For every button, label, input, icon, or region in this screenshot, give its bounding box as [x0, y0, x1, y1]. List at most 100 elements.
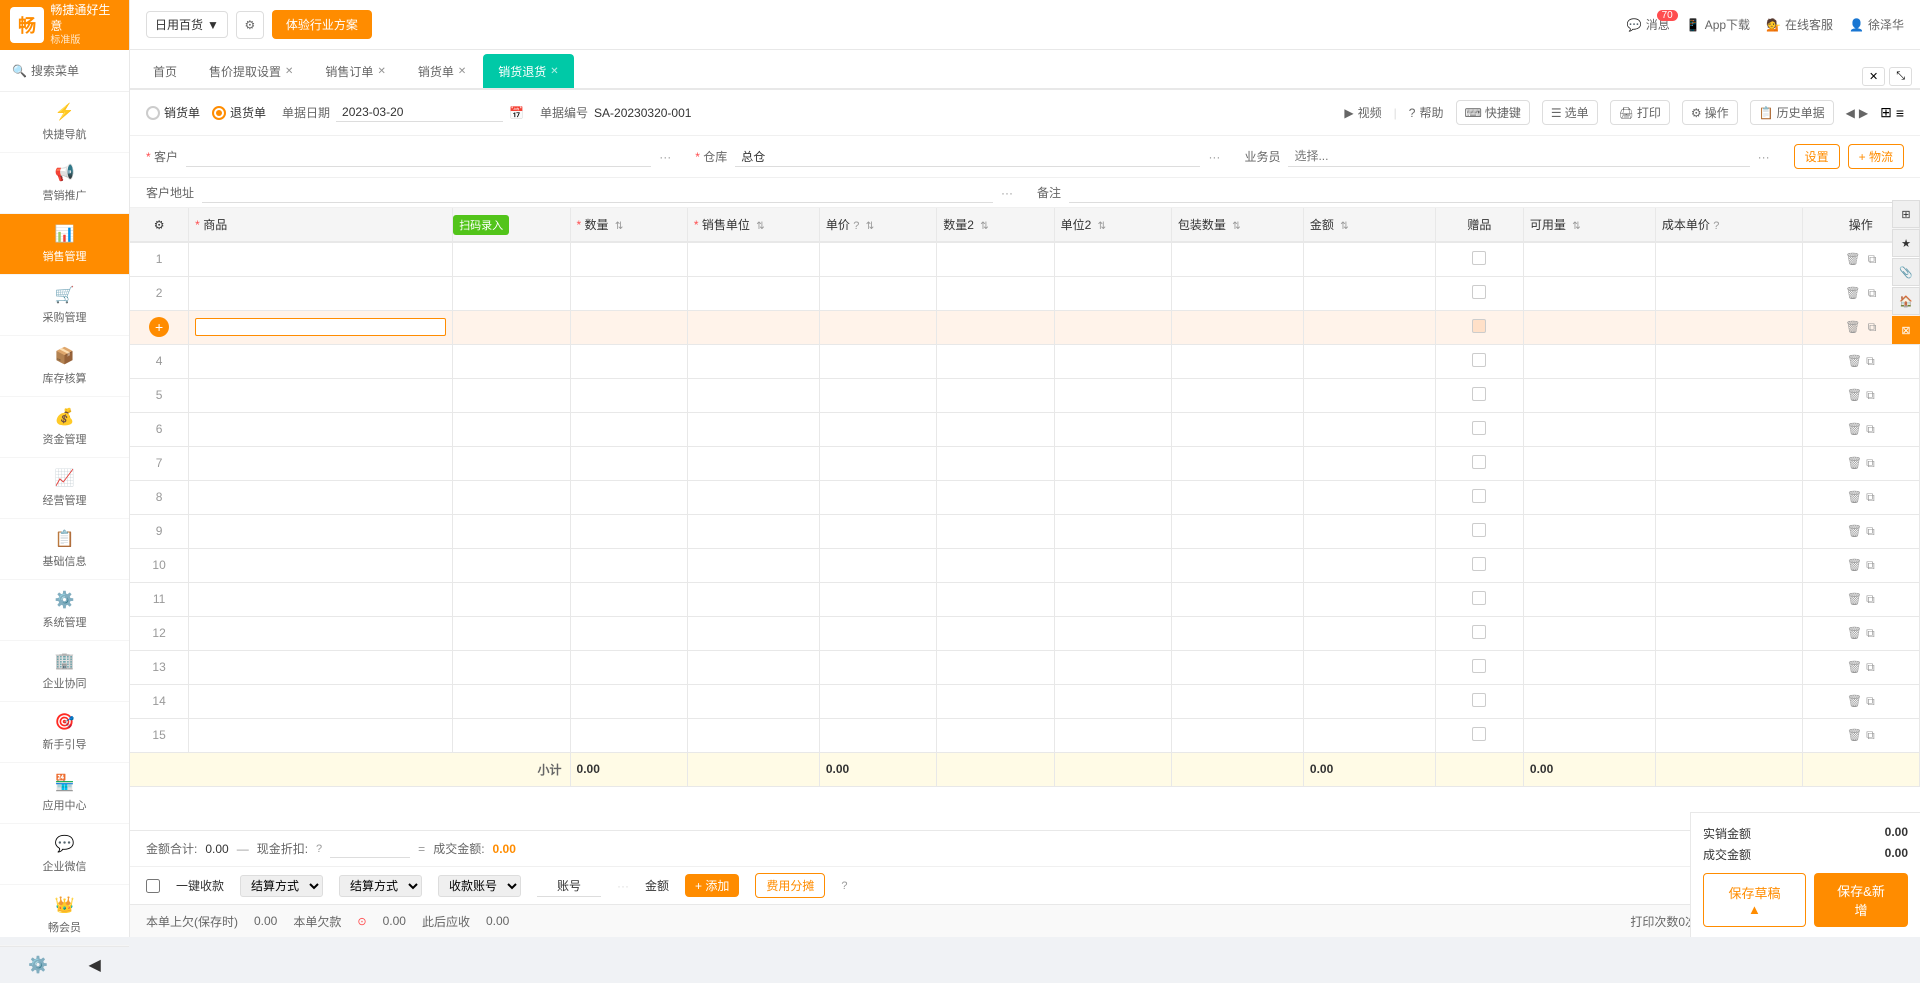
gift-cell-2[interactable]: [1435, 276, 1523, 310]
one-click-payment-checkbox[interactable]: [146, 879, 160, 893]
price-cell-1[interactable]: [819, 242, 936, 276]
trial-button[interactable]: 体验行业方案: [272, 10, 372, 39]
select-bill-button[interactable]: ☰ 选单: [1542, 100, 1598, 125]
delete-row-6-icon[interactable]: 🗑: [1847, 422, 1862, 436]
sidebar-item-quicknav[interactable]: ⚡ 快捷导航: [0, 92, 129, 153]
delete-row-13-icon[interactable]: 🗑: [1847, 660, 1862, 674]
tab-close-price-settings[interactable]: ✕: [285, 66, 293, 77]
copy-row-1-icon[interactable]: ⧉: [1868, 252, 1877, 266]
copy-row-15-icon[interactable]: ⧉: [1866, 728, 1875, 742]
sidebar-item-system[interactable]: ⚙️ 系统管理: [0, 580, 129, 641]
operation-button[interactable]: ⚙ 操作: [1682, 100, 1738, 125]
add-payment-button[interactable]: + 添加: [685, 874, 739, 897]
copy-row-6-icon[interactable]: ⧉: [1866, 422, 1875, 436]
online-service-button[interactable]: 💁 在线客服: [1766, 16, 1833, 33]
collapse-icon[interactable]: ◀: [88, 955, 100, 975]
qty2-cell-2[interactable]: [937, 276, 1054, 310]
gift-checkbox-12[interactable]: [1472, 625, 1486, 639]
gift-checkbox-1[interactable]: [1472, 251, 1486, 265]
warehouse-more-button[interactable]: ···: [1208, 150, 1220, 164]
tab-price-settings[interactable]: 售价提取设置 ✕: [194, 54, 308, 88]
tab-home[interactable]: 首页: [138, 54, 192, 88]
account-select[interactable]: 收款账号: [438, 875, 521, 897]
copy-row-14-icon[interactable]: ⧉: [1866, 694, 1875, 708]
price-question-icon[interactable]: ?: [853, 220, 859, 232]
qty-cell-3[interactable]: [570, 310, 687, 344]
shortcut-button[interactable]: ⌨ 快捷键: [1456, 100, 1530, 125]
staff-input[interactable]: [1288, 146, 1749, 167]
pkg-qty-cell-1[interactable]: [1171, 242, 1303, 276]
gift-checkbox-13[interactable]: [1472, 659, 1486, 673]
save-and-new-button[interactable]: 保存&新增: [1814, 873, 1908, 927]
tab-sales-return[interactable]: 销货退货 ✕: [483, 54, 573, 88]
sidebar-item-wechat[interactable]: 💬 企业微信: [0, 824, 129, 885]
print-button[interactable]: 🖨 打印: [1610, 100, 1670, 125]
staff-more-button[interactable]: ···: [1758, 150, 1770, 164]
user-avatar[interactable]: 👤 徐泽华: [1849, 16, 1904, 33]
history-button[interactable]: 📋 历史单据: [1750, 100, 1834, 125]
available-cell-1[interactable]: [1523, 242, 1655, 276]
logistics-button[interactable]: + 物流: [1848, 144, 1904, 169]
address-more-button[interactable]: ···: [1001, 186, 1013, 200]
grid-view-button[interactable]: ⊞: [1880, 104, 1892, 121]
fee-question-icon[interactable]: ?: [841, 880, 847, 892]
settings-button[interactable]: 设置: [1794, 144, 1840, 169]
tab-sales[interactable]: 销货单 ✕: [403, 54, 481, 88]
cost-price-question-icon[interactable]: ?: [1713, 220, 1719, 232]
copy-row-7-icon[interactable]: ⧉: [1866, 456, 1875, 470]
sidebar-item-enterprise[interactable]: 🏢 企业协同: [0, 641, 129, 702]
sort-price-icon[interactable]: ⇅: [866, 221, 874, 232]
sort-qty2-icon[interactable]: ⇅: [980, 221, 988, 232]
delete-row-1-icon[interactable]: 🗑: [1845, 252, 1860, 266]
unit2-cell-2[interactable]: [1054, 276, 1171, 310]
settlement-method-select[interactable]: 结算方式: [339, 875, 422, 897]
help-action[interactable]: ? 帮助: [1409, 104, 1444, 121]
video-action[interactable]: ▶ 视频: [1344, 104, 1381, 121]
delete-row-9-icon[interactable]: 🗑: [1847, 524, 1862, 538]
sidebar-item-purchase[interactable]: 🛒 采购管理: [0, 275, 129, 336]
delete-row-12-icon[interactable]: 🗑: [1847, 626, 1862, 640]
sidebar-item-marketing[interactable]: 📢 营销推广: [0, 153, 129, 214]
sort-unit-icon[interactable]: ⇅: [756, 221, 764, 232]
delete-row-11-icon[interactable]: 🗑: [1847, 592, 1862, 606]
available-cell-3[interactable]: [1523, 310, 1655, 344]
qty-cell-2[interactable]: [570, 276, 687, 310]
gift-checkbox-7[interactable]: [1472, 455, 1486, 469]
unit-cell-1[interactable]: [687, 242, 819, 276]
quick-panel-btn-2[interactable]: ★: [1892, 229, 1920, 257]
sidebar-item-guide[interactable]: 🎯 新手引导: [0, 702, 129, 763]
copy-row-10-icon[interactable]: ⧉: [1866, 558, 1875, 572]
payment-method-select[interactable]: 结算方式: [240, 875, 323, 897]
qty-cell-1[interactable]: [570, 242, 687, 276]
amount-cell-3[interactable]: [1303, 310, 1435, 344]
delete-row-7-icon[interactable]: 🗑: [1847, 456, 1862, 470]
sort-unit2-icon[interactable]: ⇅: [1098, 221, 1106, 232]
sidebar-item-operation[interactable]: 📈 经营管理: [0, 458, 129, 519]
delete-row-15-icon[interactable]: 🗑: [1847, 728, 1862, 742]
delete-row-4-icon[interactable]: 🗑: [1847, 354, 1862, 368]
price-cell-3[interactable]: [819, 310, 936, 344]
list-view-button[interactable]: ≡: [1896, 104, 1904, 121]
gift-checkbox-8[interactable]: [1472, 489, 1486, 503]
copy-row-5-icon[interactable]: ⧉: [1866, 388, 1875, 402]
unit-cell-3[interactable]: [687, 310, 819, 344]
qty2-cell-3[interactable]: [937, 310, 1054, 344]
message-button[interactable]: 💬 消息 70: [1627, 16, 1670, 33]
product-cell-3[interactable]: [189, 310, 453, 344]
scan-input-button[interactable]: 扫码录入: [453, 215, 509, 235]
unit-cell-2[interactable]: [687, 276, 819, 310]
copy-row-2-icon[interactable]: ⧉: [1868, 286, 1877, 300]
sidebar-item-inventory[interactable]: 📦 库存核算: [0, 336, 129, 397]
close-tab-button[interactable]: ✕: [1862, 67, 1885, 86]
gift-checkbox-10[interactable]: [1472, 557, 1486, 571]
delete-row-2-icon[interactable]: 🗑: [1845, 286, 1860, 300]
pkg-qty-cell-2[interactable]: [1171, 276, 1303, 310]
product-cell-1[interactable]: [189, 242, 453, 276]
delete-row-14-icon[interactable]: 🗑: [1847, 694, 1862, 708]
search-menu-button[interactable]: 🔍 搜索菜单: [8, 58, 121, 83]
tab-close-sales[interactable]: ✕: [458, 66, 466, 77]
customer-input[interactable]: [186, 146, 651, 167]
qty2-cell-1[interactable]: [937, 242, 1054, 276]
sort-amount-icon[interactable]: ⇅: [1340, 221, 1348, 232]
gift-checkbox-3[interactable]: [1472, 319, 1486, 333]
